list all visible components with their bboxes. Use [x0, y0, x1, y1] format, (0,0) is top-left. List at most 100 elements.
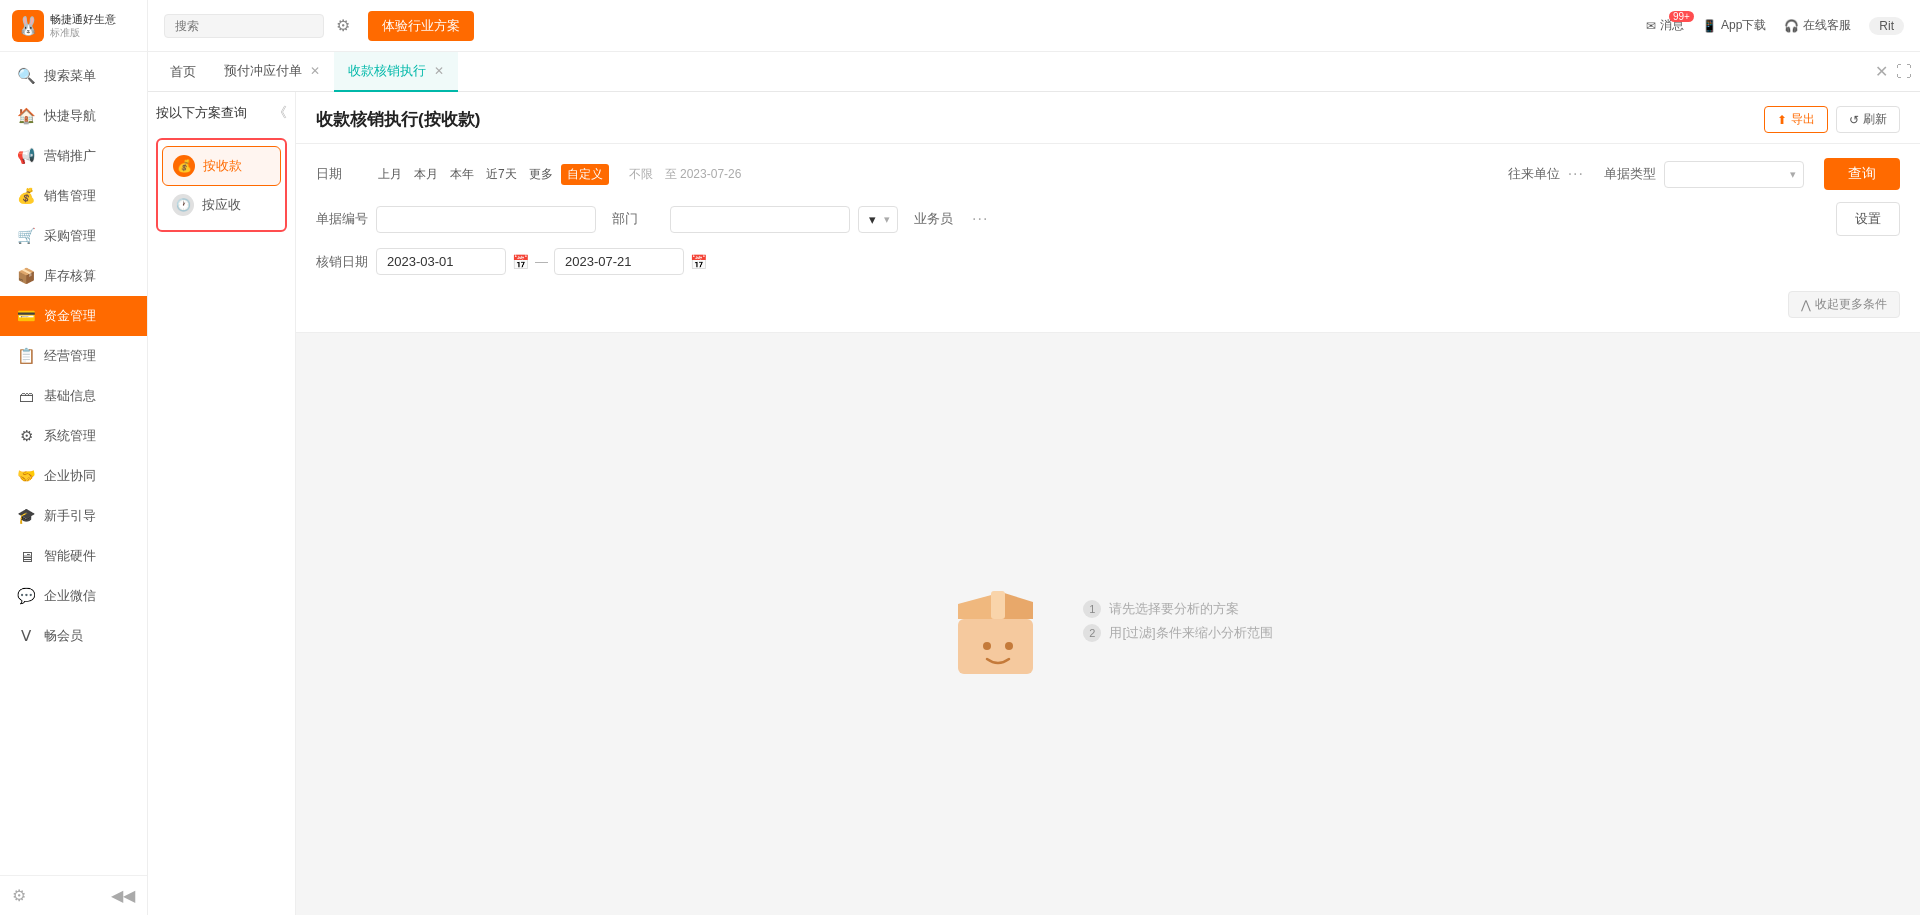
dept-select[interactable]: ▾ [858, 206, 898, 233]
verify-date-inputs: 📅 — 📅 [376, 248, 707, 275]
dept-group: 部门 ▾ [612, 206, 898, 233]
sidebar-item-wechat[interactable]: 💬 企业微信 [0, 576, 147, 616]
message-button[interactable]: ✉ 消息 99+ [1646, 17, 1684, 34]
date-nolimit-group: 不限 至 2023-07-26 [625, 164, 742, 185]
collapse-sidebar-icon[interactable]: ◀◀ [111, 886, 135, 905]
calendar-from-icon[interactable]: 📅 [512, 254, 529, 270]
more-btn[interactable]: 更多 [525, 164, 557, 185]
export-icon: ⬆ [1777, 113, 1787, 127]
sidebar-item-label: 营销推广 [44, 147, 96, 165]
export-button[interactable]: ⬆ 导出 [1764, 106, 1828, 133]
empty-hint-1: 1 请先选择要分析的方案 [1083, 600, 1272, 618]
close-tab-icon[interactable]: ✕ [1875, 62, 1888, 81]
staff-dots-icon[interactable]: ··· [972, 210, 988, 228]
dept-label: 部门 [612, 210, 662, 228]
sidebar-item-purchase[interactable]: 🛒 采购管理 [0, 216, 147, 256]
service-icon: 🎧 [1784, 19, 1799, 33]
sidebar-item-operations[interactable]: 📋 经营管理 [0, 336, 147, 376]
tab-home-label: 首页 [170, 63, 196, 81]
receivable-icon: 🕐 [172, 194, 194, 216]
date-group: 日期 上月 本月 本年 近7天 更多 自定义 [316, 164, 609, 185]
nolimit-date-label: 至 2023-07-26 [665, 166, 742, 183]
purchase-icon: 🛒 [16, 226, 36, 246]
tab-prepay-label: 预付冲应付单 [224, 62, 302, 80]
online-service-button[interactable]: 🎧 在线客服 [1784, 17, 1851, 34]
marketing-icon: 📢 [16, 146, 36, 166]
empty-state: 1 请先选择要分析的方案 2 用[过滤]条件来缩小分析范围 [296, 333, 1920, 915]
voucher-no-input[interactable] [376, 206, 596, 233]
sidebar-item-inventory[interactable]: 📦 库存核算 [0, 256, 147, 296]
svg-rect-0 [958, 619, 1033, 674]
logo-name: 畅捷通好生意 [50, 12, 116, 26]
logo-sub: 标准版 [50, 26, 116, 39]
collapse-button[interactable]: ⋀ 收起更多条件 [1788, 291, 1900, 318]
sidebar-item-system[interactable]: ⚙ 系统管理 [0, 416, 147, 456]
custom-btn[interactable]: 自定义 [561, 164, 609, 185]
filter-panel-toggle-icon[interactable]: 《 [273, 104, 287, 122]
sidebar-item-sales[interactable]: 💰 销售管理 [0, 176, 147, 216]
content-area: 按以下方案查询 《 💰 按收款 🕐 按应收 收款核销执行(按收款) [148, 92, 1920, 915]
user-account[interactable]: Rit [1869, 17, 1904, 35]
verify-date-to-input[interactable] [554, 248, 684, 275]
settings-button[interactable]: 设置 [1836, 202, 1900, 236]
export-label: 导出 [1791, 111, 1815, 128]
solution-button[interactable]: 体验行业方案 [368, 11, 474, 41]
wechat-icon: 💬 [16, 586, 36, 606]
last7days-btn[interactable]: 近7天 [482, 164, 521, 185]
gear-icon[interactable]: ⚙ [336, 16, 350, 35]
search-row-1: 日期 上月 本月 本年 近7天 更多 自定义 不限 至 2023-07-26 [316, 158, 1900, 190]
header-search-input[interactable] [164, 14, 324, 38]
system-icon: ⚙ [16, 426, 36, 446]
sidebar-item-finance[interactable]: 💳 资金管理 [0, 296, 147, 336]
tab-home[interactable]: 首页 [156, 52, 210, 92]
tab-collection-close-icon[interactable]: ✕ [434, 64, 444, 78]
filter-option-receipt[interactable]: 💰 按收款 [162, 146, 281, 186]
sidebar-item-marketing[interactable]: 📢 营销推广 [0, 136, 147, 176]
last-month-btn[interactable]: 上月 [374, 164, 406, 185]
tab-prepay[interactable]: 预付冲应付单 ✕ [210, 52, 334, 92]
date-label: 日期 [316, 165, 366, 183]
refresh-button[interactable]: ↺ 刷新 [1836, 106, 1900, 133]
operations-icon: 📋 [16, 346, 36, 366]
filter-panel-title: 按以下方案查询 [156, 104, 247, 122]
sidebar-item-search[interactable]: 🔍 搜索菜单 [0, 56, 147, 96]
calendar-to-icon[interactable]: 📅 [690, 254, 707, 270]
sidebar: 🐰 畅捷通好生意 标准版 🔍 搜索菜单 🏠 快捷导航 📢 营销推广 💰 销售管理… [0, 0, 148, 915]
member-icon: Ⅴ [16, 626, 36, 646]
finance-icon: 💳 [16, 306, 36, 326]
settings-icon[interactable]: ⚙ [12, 886, 26, 905]
this-month-btn[interactable]: 本月 [410, 164, 442, 185]
dept-input[interactable] [670, 206, 850, 233]
filter-option-receivable[interactable]: 🕐 按应收 [162, 186, 281, 224]
sidebar-item-hardware[interactable]: 🖥 智能硬件 [0, 536, 147, 576]
tab-prepay-close-icon[interactable]: ✕ [310, 64, 320, 78]
sidebar-item-basic[interactable]: 🗃 基础信息 [0, 376, 147, 416]
message-badge: 99+ [1669, 11, 1694, 22]
search-icon: 🔍 [16, 66, 36, 86]
empty-hint-2: 2 用[过滤]条件来缩小分析范围 [1083, 624, 1272, 642]
verify-date-label: 核销日期 [316, 253, 368, 271]
sidebar-item-label: 快捷导航 [44, 107, 96, 125]
voucher-type-group: 单据类型 [1604, 161, 1804, 188]
voucher-no-group: 单据编号 [316, 206, 596, 233]
voucher-type-select[interactable] [1664, 161, 1804, 188]
sidebar-item-guide[interactable]: 🎓 新手引导 [0, 496, 147, 536]
app-label: App下载 [1721, 17, 1766, 34]
nolimit-label: 不限 [625, 164, 657, 185]
app-download-button[interactable]: 📱 App下载 [1702, 17, 1766, 34]
verify-date-from-input[interactable] [376, 248, 506, 275]
sidebar-item-member[interactable]: Ⅴ 畅会员 [0, 616, 147, 656]
app-logo: 🐰 畅捷通好生意 标准版 [0, 0, 147, 52]
counterparty-dots-icon[interactable]: ··· [1568, 165, 1584, 183]
tab-collection[interactable]: 收款核销执行 ✕ [334, 52, 458, 92]
sidebar-item-corp[interactable]: 🤝 企业协同 [0, 456, 147, 496]
service-label: 在线客服 [1803, 17, 1851, 34]
maximize-icon[interactable]: ⛶ [1896, 63, 1912, 81]
header-right: ✉ 消息 99+ 📱 App下载 🎧 在线客服 Rit [1646, 17, 1904, 35]
this-year-btn[interactable]: 本年 [446, 164, 478, 185]
query-button[interactable]: 查询 [1824, 158, 1900, 190]
svg-point-4 [983, 642, 991, 650]
search-row-2: 单据编号 部门 ▾ 业务员 ··· [316, 202, 1900, 236]
sidebar-item-label: 资金管理 [44, 307, 96, 325]
sidebar-item-shortcuts[interactable]: 🏠 快捷导航 [0, 96, 147, 136]
